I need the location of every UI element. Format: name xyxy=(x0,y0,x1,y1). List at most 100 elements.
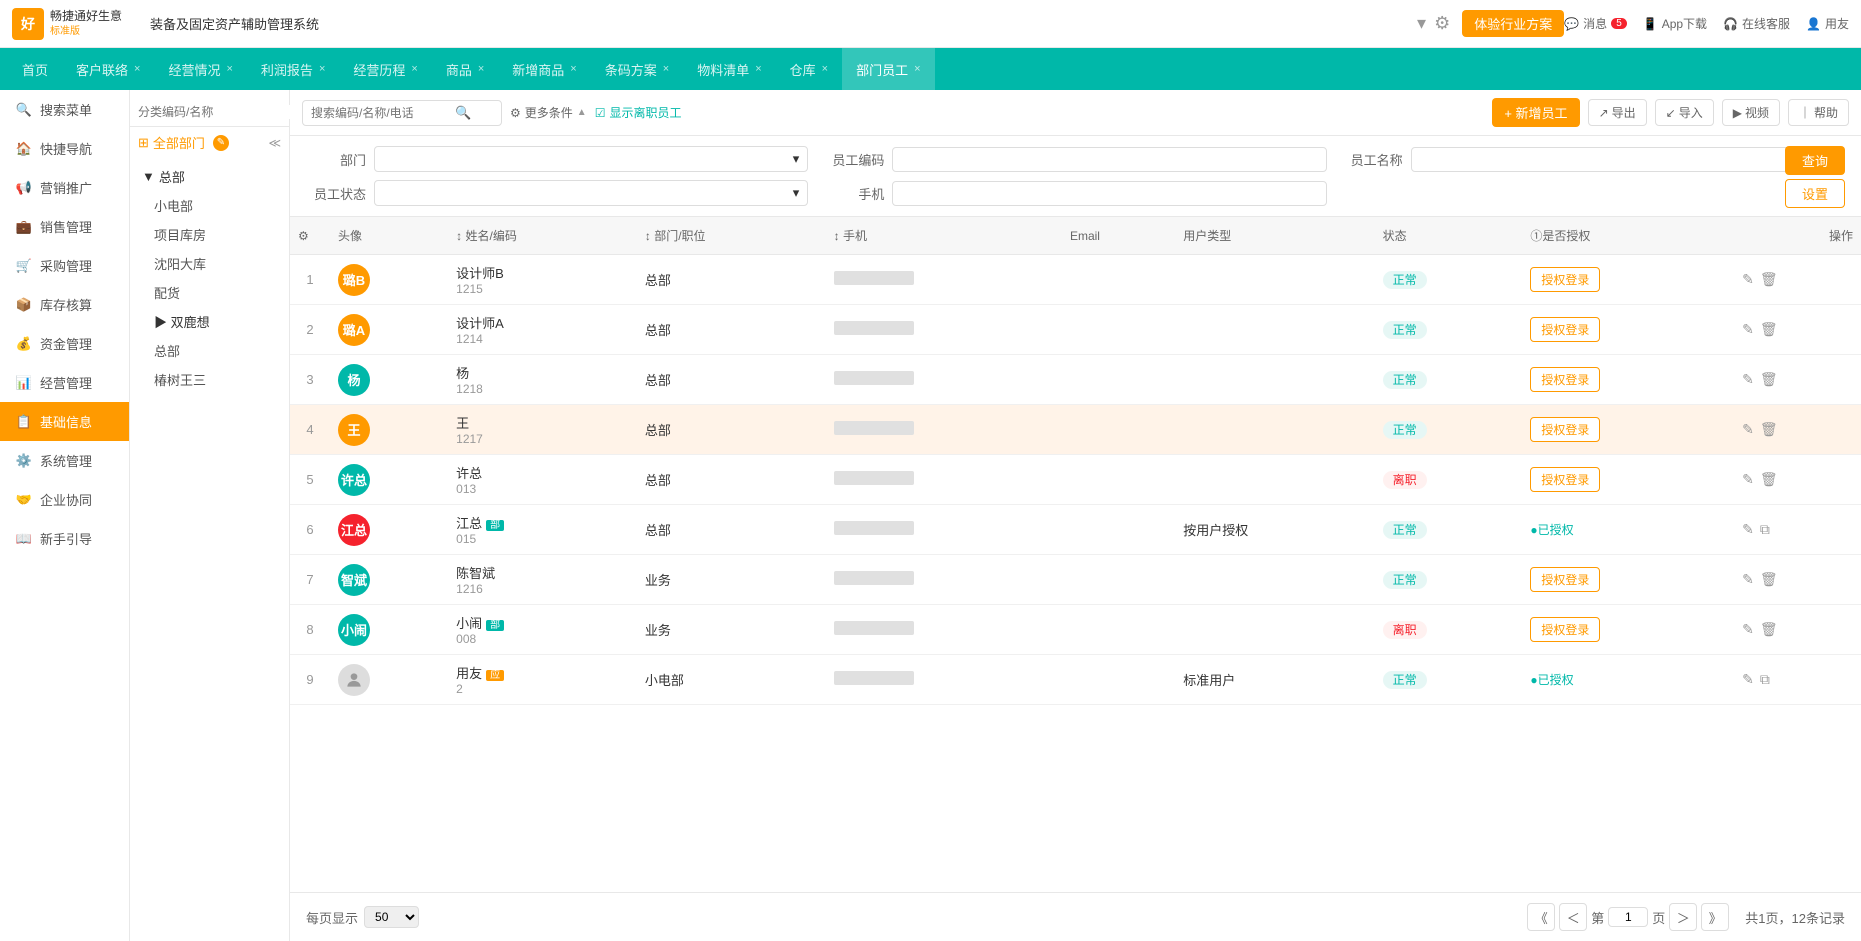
copy-icon[interactable]: ⧉ xyxy=(1760,671,1770,688)
dept-node-shenyang[interactable]: 沈阳大库 xyxy=(130,249,289,278)
emp-name-input[interactable] xyxy=(1411,147,1845,172)
tab-home[interactable]: 首页 xyxy=(8,48,62,90)
sidebar-item-stock[interactable]: 📦 库存核算 xyxy=(0,285,129,324)
dept-node-xiao-dian[interactable]: 小电部 xyxy=(130,191,289,220)
prev-page-button[interactable]: ＜ xyxy=(1559,903,1587,931)
edit-icon[interactable]: ✎ xyxy=(1742,371,1754,388)
col-phone[interactable]: ↕ 手机 xyxy=(826,217,1062,255)
tab-biz[interactable]: 经营情况× xyxy=(154,48,246,90)
dept-select[interactable]: ▾ xyxy=(374,146,808,172)
edit-icon[interactable]: ✎ xyxy=(1742,321,1754,338)
tab-dept[interactable]: 部门员工× xyxy=(842,48,934,90)
video-button[interactable]: ▶ 视频 xyxy=(1722,99,1780,126)
top-bar-right: 💬 消息 5 📱 App下载 🎧 在线客服 👤 用友 xyxy=(1564,15,1849,32)
sidebar-item-finance[interactable]: 💰 资金管理 xyxy=(0,324,129,363)
edit-dept-icon[interactable]: ✎ xyxy=(213,135,229,151)
auth-button[interactable]: 授权登录 xyxy=(1530,567,1600,592)
copy-icon[interactable]: ⧉ xyxy=(1760,521,1770,538)
sidebar-item-guide[interactable]: 📖 新手引导 xyxy=(0,519,129,558)
col-dept[interactable]: ↕ 部门/职位 xyxy=(637,217,826,255)
search-icon: 🔍 xyxy=(16,102,32,118)
delete-icon[interactable]: 🗑 xyxy=(1760,571,1778,588)
dept-node-headquarters-group[interactable]: ▼ 总部 xyxy=(130,162,289,191)
edit-icon[interactable]: ✎ xyxy=(1742,271,1754,288)
dept-node-chun-wang3[interactable]: 椿树王三 xyxy=(130,365,289,394)
dept-node-general-hq[interactable]: 总部 xyxy=(130,336,289,365)
tab-customer[interactable]: 客户联络× xyxy=(62,48,154,90)
show-resigned-toggle[interactable]: ☑ 显示离职员工 xyxy=(595,104,682,121)
collapse-dept-icon[interactable]: ≪ xyxy=(268,136,281,150)
row-actions: ✎🗑 xyxy=(1734,255,1861,305)
search-submit-icon[interactable]: 🔍 xyxy=(455,105,471,121)
emp-code-input[interactable] xyxy=(892,147,1326,172)
dept-node-shuanglu[interactable]: ▶ 双鹿想 xyxy=(130,307,289,336)
system-dropdown-icon[interactable]: ▾ xyxy=(1417,13,1426,34)
tab-barcode[interactable]: 条码方案× xyxy=(591,48,683,90)
auth-button[interactable]: 授权登录 xyxy=(1530,317,1600,342)
sidebar-item-system[interactable]: ⚙️ 系统管理 xyxy=(0,441,129,480)
tab-materials[interactable]: 物料清单× xyxy=(683,48,775,90)
edit-icon[interactable]: ✎ xyxy=(1742,521,1754,538)
sidebar-item-sales[interactable]: 💼 销售管理 xyxy=(0,207,129,246)
sidebar-item-collab[interactable]: 🤝 企业协同 xyxy=(0,480,129,519)
phone-input[interactable] xyxy=(892,181,1326,206)
search-employee-input[interactable] xyxy=(311,106,451,120)
emp-status-select[interactable]: ▾ xyxy=(374,180,808,206)
dept-header[interactable]: ⊞ 全部部门 ✎ ≪ xyxy=(130,127,289,158)
edit-icon[interactable]: ✎ xyxy=(1742,471,1754,488)
auth-button[interactable]: 授权登录 xyxy=(1530,417,1600,442)
sidebar-item-search[interactable]: 🔍 搜索菜单 xyxy=(0,90,129,129)
sidebar-item-quick[interactable]: 🏠 快捷导航 xyxy=(0,129,129,168)
per-page-select[interactable]: 50 100 200 xyxy=(364,906,419,928)
export-button[interactable]: ↗ 导出 xyxy=(1588,99,1647,126)
reset-button[interactable]: 设置 xyxy=(1785,179,1845,208)
delete-icon[interactable]: 🗑 xyxy=(1760,421,1778,438)
auth-button[interactable]: 授权登录 xyxy=(1530,267,1600,292)
trial-button[interactable]: 体验行业方案 xyxy=(1462,10,1564,37)
next-page-button[interactable]: ＞ xyxy=(1669,903,1697,931)
delete-icon[interactable]: 🗑 xyxy=(1760,371,1778,388)
user-menu-button[interactable]: 👤 用友 xyxy=(1806,15,1849,32)
page-input[interactable] xyxy=(1608,907,1648,927)
first-page-button[interactable]: 《 xyxy=(1527,903,1555,931)
per-page-label: 每页显示 xyxy=(306,908,358,927)
sidebar-item-operation[interactable]: 📊 经营管理 xyxy=(0,363,129,402)
row-name: 设计师B1215 xyxy=(448,255,637,305)
last-page-button[interactable]: 》 xyxy=(1701,903,1729,931)
delete-icon[interactable]: 🗑 xyxy=(1760,471,1778,488)
import-button[interactable]: ↙ 导入 xyxy=(1655,99,1714,126)
edit-icon[interactable]: ✎ xyxy=(1742,621,1754,638)
settings-icon[interactable]: ⚙ xyxy=(1434,13,1450,34)
delete-icon[interactable]: 🗑 xyxy=(1760,321,1778,338)
dept-node-distribution[interactable]: 配货 xyxy=(130,278,289,307)
edit-icon[interactable]: ✎ xyxy=(1742,671,1754,688)
search-button[interactable]: 查询 xyxy=(1785,146,1845,175)
delete-icon[interactable]: 🗑 xyxy=(1760,271,1778,288)
notification-button[interactable]: 💬 消息 5 xyxy=(1564,15,1627,32)
col-name[interactable]: ↕ 姓名/编码 xyxy=(448,217,637,255)
online-service-button[interactable]: 🎧 在线客服 xyxy=(1723,15,1790,32)
table-row: 9 用友应 2 小电部 标准用户 xyxy=(290,655,1861,705)
add-employee-button[interactable]: + 新增员工 xyxy=(1492,98,1579,127)
sidebar-item-purchase[interactable]: 🛒 采购管理 xyxy=(0,246,129,285)
dept-node-project-repo[interactable]: 项目库房 xyxy=(130,220,289,249)
sidebar-item-basic[interactable]: 📋 基础信息 xyxy=(0,402,129,441)
edit-icon[interactable]: ✎ xyxy=(1742,421,1754,438)
more-conditions-button[interactable]: ⚙ 更多条件 ▲ xyxy=(510,104,587,121)
tab-add-goods[interactable]: 新增商品× xyxy=(498,48,590,90)
edit-icon[interactable]: ✎ xyxy=(1742,571,1754,588)
tab-process[interactable]: 经营历程× xyxy=(339,48,431,90)
app-download-button[interactable]: 📱 App下载 xyxy=(1643,15,1707,32)
tab-goods[interactable]: 商品× xyxy=(432,48,498,90)
row-index: 3 xyxy=(290,355,330,405)
sidebar-item-marketing[interactable]: 📢 营销推广 xyxy=(0,168,129,207)
tab-warehouse[interactable]: 仓库× xyxy=(776,48,842,90)
delete-icon[interactable]: 🗑 xyxy=(1760,621,1778,638)
col-settings[interactable]: ⚙ xyxy=(290,217,330,255)
help-button[interactable]: ｜ 帮助 xyxy=(1788,99,1849,126)
tab-profit[interactable]: 利润报告× xyxy=(247,48,339,90)
auth-button[interactable]: 授权登录 xyxy=(1530,367,1600,392)
dept-search-input[interactable] xyxy=(138,105,293,119)
auth-button[interactable]: 授权登录 xyxy=(1530,617,1600,642)
auth-button[interactable]: 授权登录 xyxy=(1530,467,1600,492)
